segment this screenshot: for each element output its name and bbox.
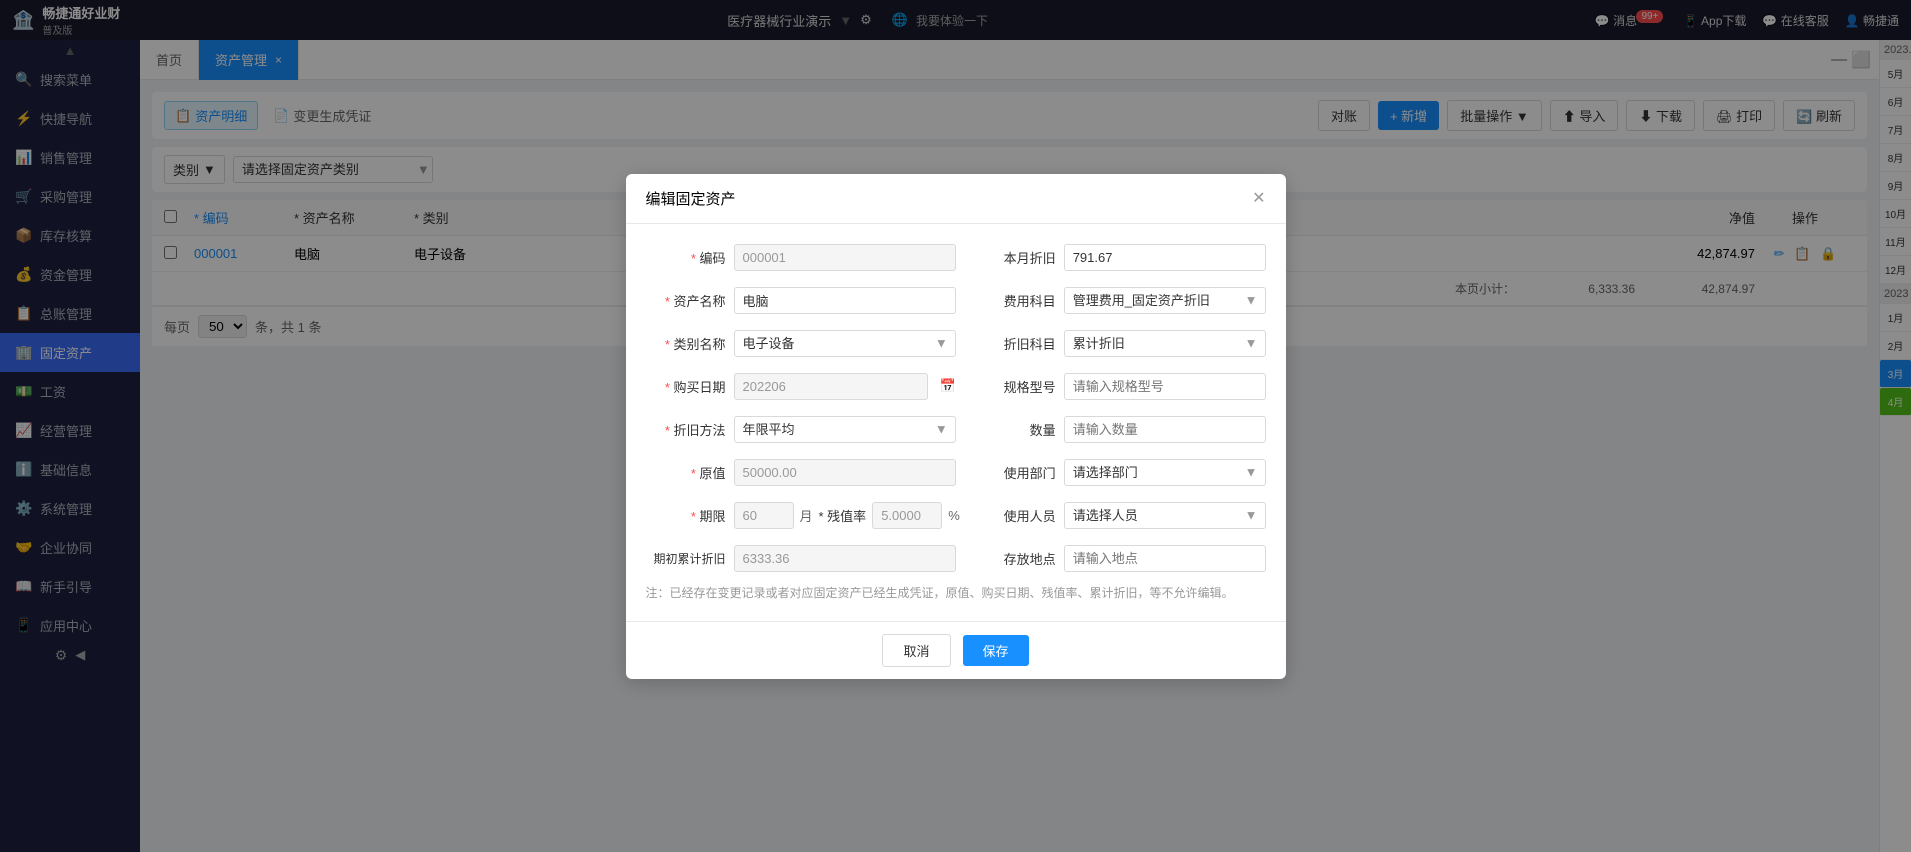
depr-method-label: 折旧方法 bbox=[646, 420, 726, 439]
calendar-icon[interactable]: 📅 bbox=[940, 378, 956, 394]
original-value-input[interactable] bbox=[734, 459, 956, 486]
period-row: 月 * 残值率 % bbox=[734, 502, 956, 529]
period-label: 期限 bbox=[646, 506, 726, 525]
field-storage: 存放地点 bbox=[976, 545, 1266, 572]
edit-asset-modal: 编辑固定资产 ✕ 编码 本月折旧 资产名称 bbox=[626, 174, 1286, 679]
original-value-label: 原值 bbox=[646, 463, 726, 482]
expense-subject-wrap: 管理费用_固定资产折旧 ▼ bbox=[1064, 287, 1266, 314]
field-spec: 规格型号 bbox=[976, 373, 1266, 400]
field-use-dept: 使用部门 请选择部门 ▼ bbox=[976, 459, 1266, 486]
asset-name-input[interactable] bbox=[734, 287, 956, 314]
modal-note: 注：已经存在变更记录或者对应固定资产已经生成凭证，原值、购买日期、残值率、累计折… bbox=[646, 584, 1266, 601]
spec-label: 规格型号 bbox=[976, 377, 1056, 396]
use-dept-label: 使用部门 bbox=[976, 463, 1056, 482]
initial-accum-depr-input[interactable] bbox=[734, 545, 956, 572]
storage-input[interactable] bbox=[1064, 545, 1266, 572]
field-code: 编码 bbox=[646, 244, 956, 271]
field-quantity: 数量 bbox=[976, 416, 1266, 443]
quantity-label: 数量 bbox=[976, 420, 1056, 439]
field-purchase-date: 购买日期 📅 bbox=[646, 373, 956, 400]
code-label: 编码 bbox=[646, 248, 726, 267]
modal-header: 编辑固定资产 ✕ bbox=[626, 174, 1286, 224]
save-button[interactable]: 保存 bbox=[963, 635, 1029, 666]
asset-name-label: 资产名称 bbox=[646, 291, 726, 310]
field-monthly-depr: 本月折旧 bbox=[976, 244, 1266, 271]
depr-subject-wrap: 累计折旧 ▼ bbox=[1064, 330, 1266, 357]
use-dept-select[interactable]: 请选择部门 bbox=[1064, 459, 1266, 486]
expense-subject-select[interactable]: 管理费用_固定资产折旧 bbox=[1064, 287, 1266, 314]
cancel-button[interactable]: 取消 bbox=[882, 634, 950, 667]
use-person-select[interactable]: 请选择人员 bbox=[1064, 502, 1266, 529]
code-input[interactable] bbox=[734, 244, 956, 271]
field-asset-name: 资产名称 bbox=[646, 287, 956, 314]
monthly-depr-input[interactable] bbox=[1064, 244, 1266, 271]
expense-subject-label: 费用科目 bbox=[976, 291, 1056, 310]
field-depr-subject: 折旧科目 累计折旧 ▼ bbox=[976, 330, 1266, 357]
depr-method-wrap: 年限平均 ▼ bbox=[734, 416, 956, 443]
depr-subject-select[interactable]: 累计折旧 bbox=[1064, 330, 1266, 357]
residual-rate-label: * 残值率 bbox=[819, 506, 867, 525]
use-dept-wrap: 请选择部门 ▼ bbox=[1064, 459, 1266, 486]
use-person-label: 使用人员 bbox=[976, 506, 1056, 525]
field-use-person: 使用人员 请选择人员 ▼ bbox=[976, 502, 1266, 529]
depr-method-select[interactable]: 年限平均 bbox=[734, 416, 956, 443]
use-person-wrap: 请选择人员 ▼ bbox=[1064, 502, 1266, 529]
storage-label: 存放地点 bbox=[976, 549, 1056, 568]
field-initial-accum-depr: 期初累计折旧 bbox=[646, 545, 956, 572]
period-input[interactable] bbox=[734, 502, 794, 529]
spec-input[interactable] bbox=[1064, 373, 1266, 400]
field-category: 类别名称 电子设备 ▼ bbox=[646, 330, 956, 357]
depr-subject-label: 折旧科目 bbox=[976, 334, 1056, 353]
period-unit: 月 bbox=[800, 506, 813, 525]
form-grid: 编码 本月折旧 资产名称 费用科目 bbox=[646, 244, 1266, 572]
modal-overlay: 编辑固定资产 ✕ 编码 本月折旧 资产名称 bbox=[0, 0, 1911, 852]
field-period: 期限 月 * 残值率 % bbox=[646, 502, 956, 529]
quantity-input[interactable] bbox=[1064, 416, 1266, 443]
modal-footer: 取消 保存 bbox=[626, 621, 1286, 679]
category-select-modal[interactable]: 电子设备 bbox=[734, 330, 956, 357]
modal-body: 编码 本月折旧 资产名称 费用科目 bbox=[626, 224, 1286, 621]
percent-label: % bbox=[948, 508, 960, 523]
field-depr-method: 折旧方法 年限平均 ▼ bbox=[646, 416, 956, 443]
field-original-value: 原值 bbox=[646, 459, 956, 486]
category-label-modal: 类别名称 bbox=[646, 334, 726, 353]
purchase-date-label: 购买日期 bbox=[646, 377, 726, 396]
modal-close-btn[interactable]: ✕ bbox=[1252, 188, 1265, 208]
residual-rate-input[interactable] bbox=[872, 502, 942, 529]
initial-accum-depr-label: 期初累计折旧 bbox=[646, 550, 726, 567]
monthly-depr-label: 本月折旧 bbox=[976, 248, 1056, 267]
purchase-date-input[interactable] bbox=[734, 373, 928, 400]
category-wrap: 电子设备 ▼ bbox=[734, 330, 956, 357]
modal-title: 编辑固定资产 bbox=[646, 188, 736, 209]
field-expense-subject: 费用科目 管理费用_固定资产折旧 ▼ bbox=[976, 287, 1266, 314]
